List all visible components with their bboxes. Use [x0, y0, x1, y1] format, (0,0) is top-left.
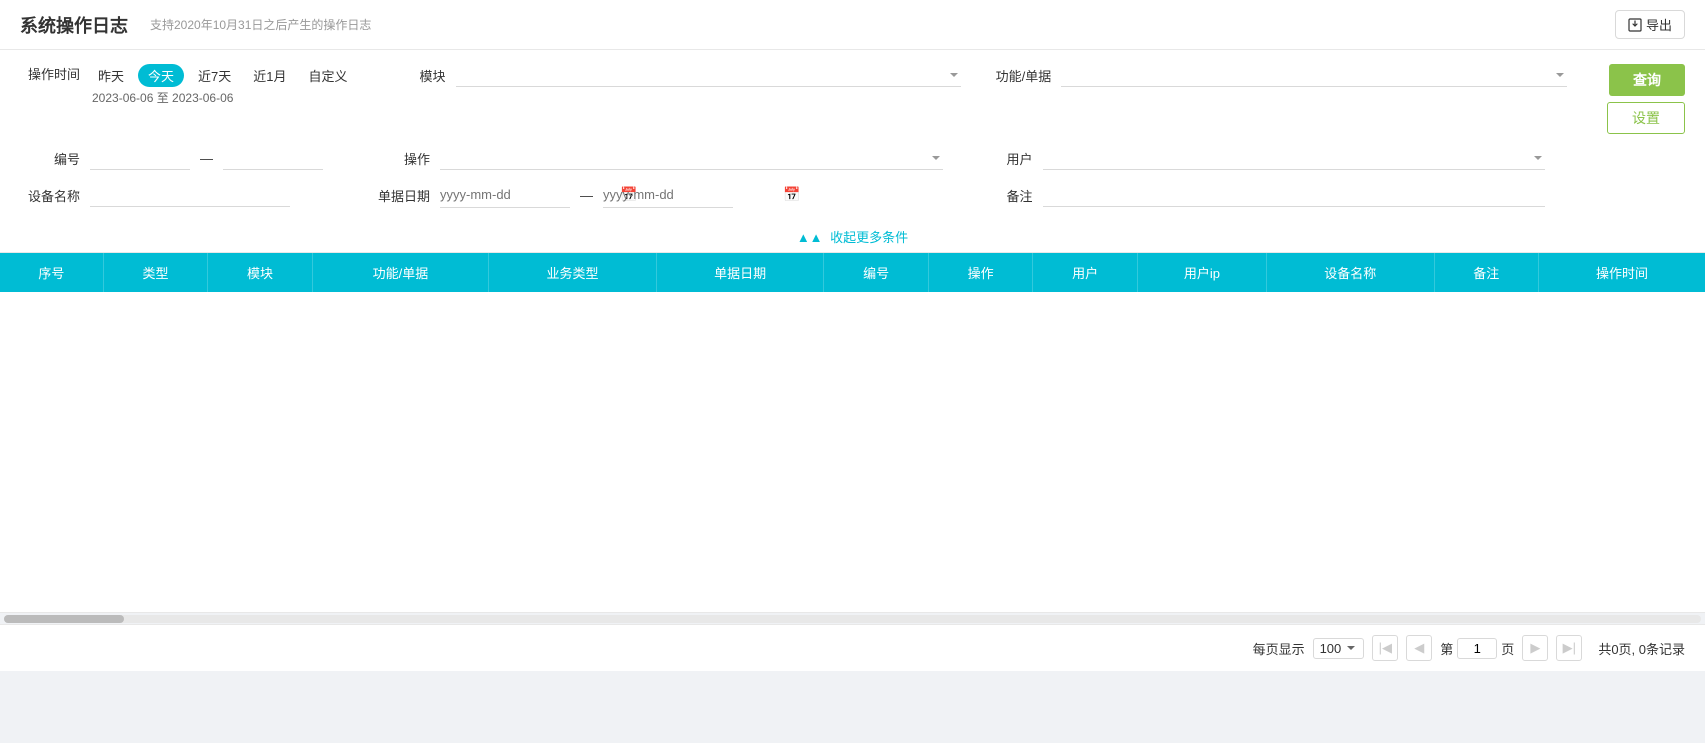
- data-table: 序号 类型 模块 功能/单据 业务类型 单据日期 编号 操作 用户 用户ip 设…: [0, 253, 1705, 292]
- col-user-ip: 用户ip: [1137, 253, 1266, 292]
- collapse-label: 收起更多条件: [830, 230, 908, 245]
- time-btn-yesterday[interactable]: 昨天: [90, 64, 132, 87]
- doc-date-to-wrap: 📅: [603, 182, 733, 208]
- col-doc-date: 单据日期: [656, 253, 824, 292]
- device-label: 设备名称: [20, 186, 90, 205]
- col-device: 设备名称: [1266, 253, 1434, 292]
- remark-input[interactable]: [1043, 183, 1546, 207]
- scrollbar-area: [0, 612, 1705, 624]
- per-page-label: 每页显示: [1253, 639, 1305, 658]
- time-btn-7days[interactable]: 近7天: [190, 64, 239, 87]
- filter-section: 操作时间 昨天 今天 近7天 近1月 自定义 2023-06-06 至 2023…: [0, 50, 1705, 223]
- number-label: 编号: [20, 149, 90, 168]
- col-user: 用户: [1033, 253, 1137, 292]
- function-chevron-icon: [1553, 68, 1567, 82]
- table-header-row: 序号 类型 模块 功能/单据 业务类型 单据日期 编号 操作 用户 用户ip 设…: [0, 253, 1705, 292]
- empty-area: [0, 292, 1705, 612]
- pagination-bar: 每页显示 100 |◀ ◀ 第 页 ▶ ▶| 共0页, 0条记录: [0, 624, 1705, 671]
- number-input-from[interactable]: [90, 146, 190, 170]
- device-input[interactable]: [90, 183, 290, 207]
- col-biz-type: 业务类型: [489, 253, 657, 292]
- time-label: 操作时间: [20, 64, 90, 83]
- col-op-time: 操作时间: [1539, 253, 1705, 292]
- next-page-button[interactable]: ▶: [1522, 635, 1548, 661]
- number-input-to[interactable]: [223, 146, 323, 170]
- query-button[interactable]: 查询: [1609, 64, 1685, 96]
- operation-label: 操作: [370, 149, 440, 168]
- export-button[interactable]: 导出: [1615, 10, 1685, 39]
- page-subtitle: 支持2020年10月31日之后产生的操作日志: [150, 16, 371, 33]
- remark-label: 备注: [973, 186, 1043, 205]
- collapse-bar[interactable]: ▲▲ 收起更多条件: [0, 221, 1705, 253]
- page-header: 系统操作日志 支持2020年10月31日之后产生的操作日志 导出: [0, 0, 1705, 50]
- col-operation: 操作: [928, 253, 1032, 292]
- scrollbar-track[interactable]: [4, 615, 1701, 623]
- operation-chevron-icon: [929, 151, 943, 165]
- col-number: 编号: [824, 253, 928, 292]
- col-type: 类型: [103, 253, 207, 292]
- module-chevron-icon: [947, 68, 961, 82]
- page-title: 系统操作日志: [20, 12, 128, 38]
- col-module: 模块: [208, 253, 312, 292]
- user-label: 用户: [973, 149, 1043, 168]
- total-info: 共0页, 0条记录: [1598, 639, 1685, 658]
- per-page-select[interactable]: 100: [1313, 638, 1365, 659]
- settings-button[interactable]: 设置: [1607, 102, 1685, 134]
- export-label: 导出: [1646, 15, 1672, 34]
- time-btn-1month[interactable]: 近1月: [245, 64, 294, 87]
- user-select[interactable]: [1043, 147, 1546, 170]
- collapse-icon: ▲▲: [797, 230, 823, 245]
- page-suffix: 页: [1501, 639, 1514, 658]
- page-input[interactable]: [1457, 638, 1497, 659]
- page-label: 第: [1440, 639, 1453, 658]
- time-btn-today[interactable]: 今天: [138, 64, 184, 87]
- calendar-to-icon[interactable]: 📅: [783, 186, 800, 203]
- module-label: 模块: [386, 66, 456, 85]
- export-icon: [1628, 18, 1642, 32]
- doc-date-label: 单据日期: [370, 186, 440, 205]
- operation-select[interactable]: [440, 147, 943, 170]
- function-label: 功能/单据: [991, 66, 1061, 85]
- per-page-chevron-icon: [1345, 642, 1357, 654]
- user-chevron-icon: [1531, 151, 1545, 165]
- doc-date-from-wrap: 📅: [440, 182, 570, 208]
- date-dash: —: [570, 188, 603, 203]
- prev-page-button[interactable]: ◀: [1406, 635, 1432, 661]
- last-page-button[interactable]: ▶|: [1556, 635, 1582, 661]
- per-page-value: 100: [1320, 641, 1342, 656]
- table-section: 序号 类型 模块 功能/单据 业务类型 单据日期 编号 操作 用户 用户ip 设…: [0, 253, 1705, 612]
- scrollbar-thumb[interactable]: [4, 615, 124, 623]
- col-function: 功能/单据: [312, 253, 488, 292]
- module-select[interactable]: [456, 64, 962, 87]
- number-dash: —: [190, 151, 223, 166]
- first-page-button[interactable]: |◀: [1372, 635, 1398, 661]
- col-remark: 备注: [1434, 253, 1538, 292]
- time-btn-custom[interactable]: 自定义: [301, 64, 356, 87]
- doc-date-to-input[interactable]: [603, 187, 779, 202]
- time-range: 2023-06-06 至 2023-06-06: [92, 89, 233, 106]
- col-seq: 序号: [0, 253, 103, 292]
- function-select[interactable]: [1061, 64, 1567, 87]
